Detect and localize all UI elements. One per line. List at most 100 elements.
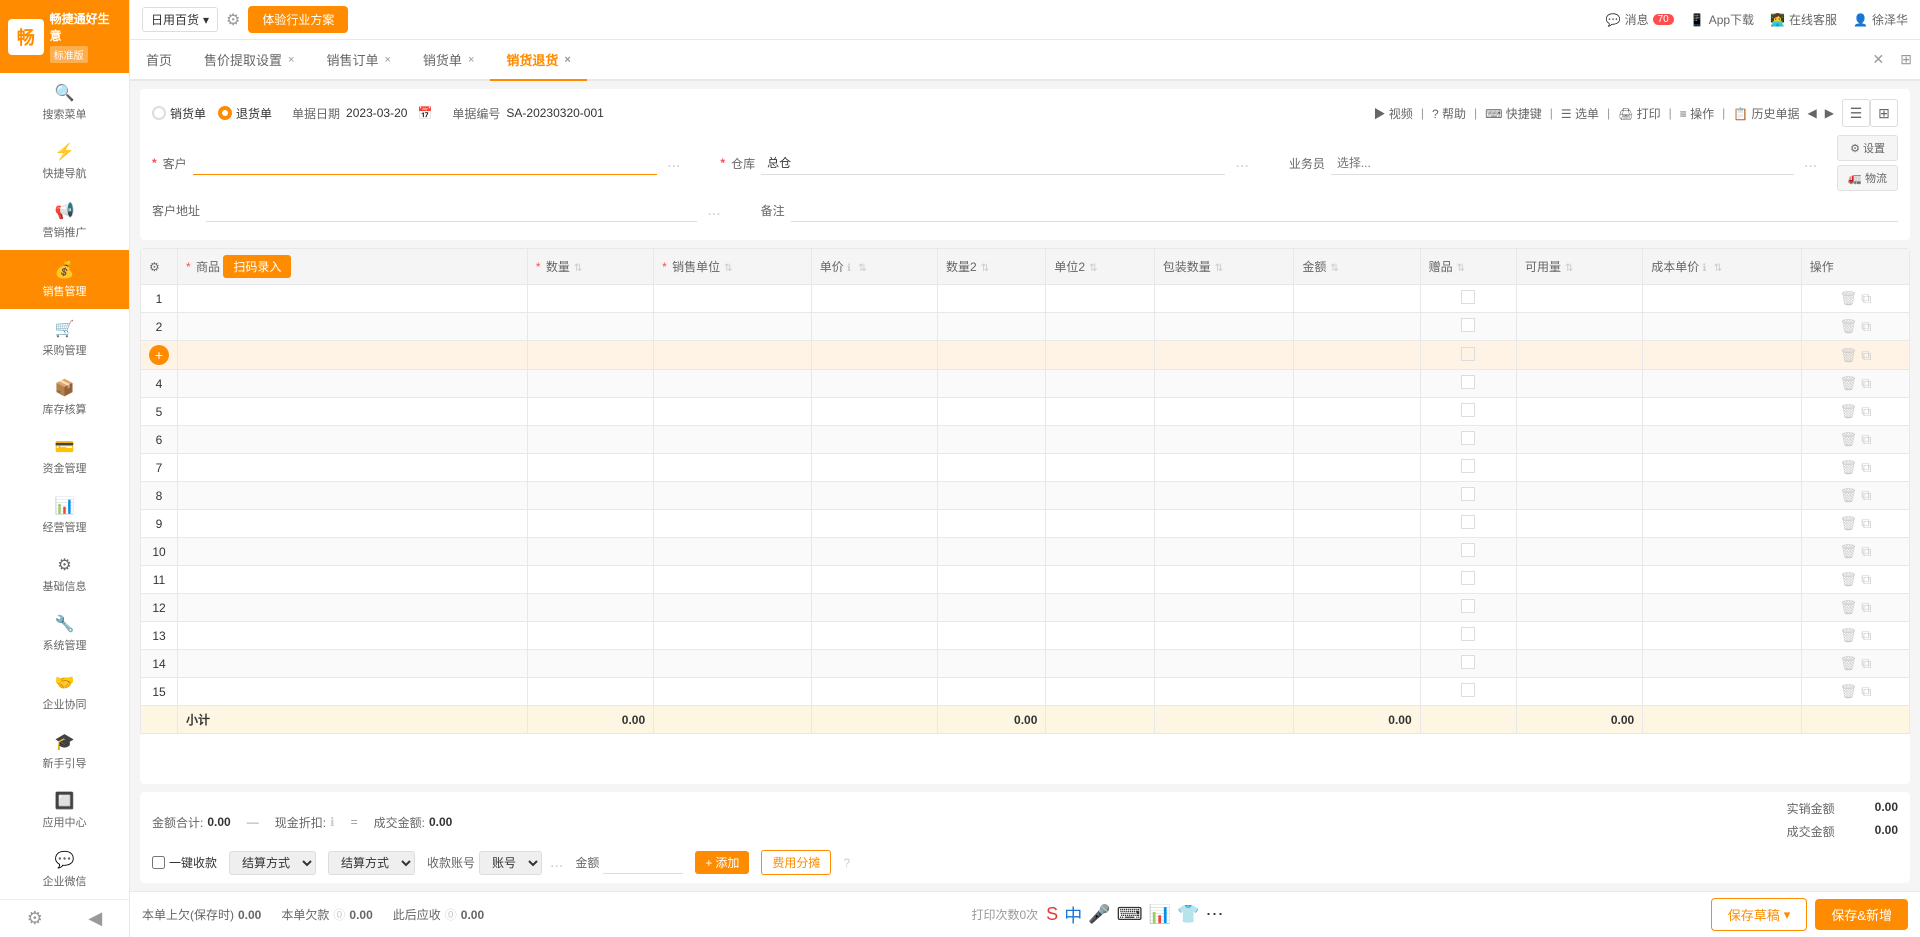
row-1-delete-icon[interactable]: 🗑 <box>1839 290 1857 307</box>
warehouse-dots-btn[interactable]: ... <box>1235 154 1248 172</box>
sidebar-item-inventory[interactable]: 📦 库存核算 <box>0 368 129 427</box>
row-copy-icon[interactable]: ⧉ <box>1861 375 1871 392</box>
row-1-gift-checkbox[interactable] <box>1461 290 1475 304</box>
tab-sales-order[interactable]: 销售订单 × <box>310 40 406 81</box>
gift-sort-icon[interactable]: ⇅ <box>1457 263 1465 274</box>
row-delete-icon[interactable]: 🗑 <box>1839 459 1857 476</box>
tab-sales-return[interactable]: 销货退货 × <box>490 40 586 81</box>
add-btn[interactable]: + 添加 <box>695 851 749 874</box>
row-copy-icon[interactable]: ⧉ <box>1861 431 1871 448</box>
price-sort-icon[interactable]: ⇅ <box>858 263 866 274</box>
row-2-delete-icon[interactable]: 🗑 <box>1839 318 1857 335</box>
row-3-gift-checkbox[interactable] <box>1461 347 1475 361</box>
row-3-qty[interactable] <box>527 341 653 370</box>
tab-price-extract[interactable]: 售价提取设置 × <box>188 40 310 81</box>
row-delete-icon[interactable]: 🗑 <box>1839 375 1857 392</box>
scan-btn[interactable]: 扫码录入 <box>223 255 291 278</box>
shortcut-key-btn[interactable]: ⌨ 快捷键 <box>1485 105 1542 122</box>
settlement-method-select[interactable]: 结算方式 <box>229 851 316 875</box>
row-2-gift-checkbox[interactable] <box>1461 318 1475 332</box>
radio-sale[interactable]: 销货单 <box>152 105 206 122</box>
row-1-qty2[interactable] <box>938 285 1046 313</box>
row-copy-icon[interactable]: ⧉ <box>1861 571 1871 588</box>
tab-sales-bill[interactable]: 销货单 × <box>407 40 490 81</box>
sidebar-item-system[interactable]: 🔧 系统管理 <box>0 604 129 663</box>
sidebar-item-shortcut[interactable]: ⚡ 快捷导航 <box>0 132 129 191</box>
row-copy-icon[interactable]: ⧉ <box>1861 683 1871 700</box>
logistics-side-btn[interactable]: 🚛 物流 <box>1837 165 1898 191</box>
row-delete-icon[interactable]: 🗑 <box>1839 403 1857 420</box>
account-select[interactable]: 账号 <box>479 851 542 875</box>
amount-input[interactable] <box>603 851 683 874</box>
customer-dots-btn[interactable]: ... <box>667 154 680 172</box>
row-1-price[interactable] <box>811 285 937 313</box>
row-1-copy-icon[interactable]: ⧉ <box>1861 290 1871 307</box>
qty-sort-icon[interactable]: ⇅ <box>574 263 582 274</box>
tab-sales-bill-close[interactable]: × <box>468 54 474 66</box>
grid-view-btn[interactable]: ⊞ <box>1870 99 1898 127</box>
footer-icon-shirt[interactable]: 👕 <box>1177 904 1199 925</box>
save-new-btn[interactable]: 保存&新增 <box>1815 899 1908 930</box>
row-delete-icon[interactable]: 🗑 <box>1839 543 1857 560</box>
row-delete-icon[interactable]: 🗑 <box>1839 683 1857 700</box>
row-1-pack-qty[interactable] <box>1154 285 1294 313</box>
row-2-qty[interactable] <box>527 313 653 341</box>
topbar-settings-icon[interactable]: ⚙ <box>226 10 240 30</box>
footer-icon-chart[interactable]: 📊 <box>1149 904 1171 925</box>
print-btn[interactable]: 🖨 打印 <box>1618 105 1661 122</box>
row-3-price[interactable] <box>811 341 937 370</box>
operations-btn[interactable]: ≡ 操作 <box>1680 105 1714 122</box>
pack-qty-sort-icon[interactable]: ⇅ <box>1215 263 1223 274</box>
footer-icon-more[interactable]: ⋯ <box>1205 904 1223 925</box>
module-select[interactable]: 日用百货 ▾ <box>142 7 218 32</box>
sidebar-item-finance[interactable]: 💳 资金管理 <box>0 427 129 486</box>
cash-discount-hint[interactable]: ℹ <box>330 815 335 829</box>
row-copy-icon[interactable]: ⧉ <box>1861 403 1871 420</box>
expand-btn[interactable]: ⊞ <box>1892 43 1920 76</box>
row-3-unit[interactable] <box>654 341 812 370</box>
select-btn[interactable]: ☰ 选单 <box>1561 105 1599 122</box>
video-btn[interactable]: ▶ 视频 <box>1373 105 1412 122</box>
tab-price-extract-close[interactable]: × <box>288 54 294 66</box>
row-delete-icon[interactable]: 🗑 <box>1839 655 1857 672</box>
add-row-btn[interactable]: + <box>149 345 169 365</box>
row-3-gift[interactable] <box>1420 341 1516 370</box>
fee-split-btn[interactable]: 费用分摊 <box>761 850 831 875</box>
sidebar-item-search[interactable]: 🔍 搜索菜单 <box>0 73 129 132</box>
row-3-copy-icon[interactable]: ⧉ <box>1861 347 1871 364</box>
close-all-tabs-btn[interactable]: ✕ <box>1865 43 1893 76</box>
row-delete-icon[interactable]: 🗑 <box>1839 515 1857 532</box>
settlement-calc-select[interactable]: 结算方式 <box>328 851 415 875</box>
row-copy-icon[interactable]: ⧉ <box>1861 627 1871 644</box>
sidebar-item-purchase[interactable]: 🛒 采购管理 <box>0 309 129 368</box>
list-view-btn[interactable]: ☰ <box>1842 99 1870 127</box>
row-1-available[interactable] <box>1516 285 1642 313</box>
address-input[interactable] <box>206 199 697 222</box>
account-dots-btn[interactable]: ... <box>550 854 563 872</box>
row-copy-icon[interactable]: ⧉ <box>1861 459 1871 476</box>
settings-bottom-btn[interactable]: ⚙ <box>27 908 43 929</box>
row-2-qty2[interactable] <box>938 313 1046 341</box>
row-3-unit2[interactable] <box>1046 341 1154 370</box>
date-picker-icon[interactable]: 📅 <box>417 106 432 120</box>
sidebar-item-operations[interactable]: 📊 经营管理 <box>0 486 129 545</box>
tab-home[interactable]: 首页 <box>130 40 188 81</box>
experience-btn[interactable]: 体验行业方案 <box>248 6 348 33</box>
row-3-pack-qty[interactable] <box>1154 341 1294 370</box>
row-3-amount[interactable] <box>1294 341 1420 370</box>
qty2-sort-icon[interactable]: ⇅ <box>981 263 989 274</box>
row-1-product[interactable] <box>178 285 528 313</box>
row-3-qty2[interactable] <box>938 341 1046 370</box>
row-1-qty[interactable] <box>527 285 653 313</box>
row-copy-icon[interactable]: ⧉ <box>1861 515 1871 532</box>
row-3-delete-icon[interactable]: 🗑 <box>1839 347 1857 364</box>
unit-sort-icon[interactable]: ⇅ <box>724 263 732 274</box>
footer-icon-mic[interactable]: 🎤 <box>1088 904 1110 925</box>
available-sort-icon[interactable]: ⇅ <box>1565 263 1573 274</box>
row-delete-icon[interactable]: 🗑 <box>1839 571 1857 588</box>
row-2-unit[interactable] <box>654 313 812 341</box>
row-1-unit[interactable] <box>654 285 812 313</box>
warehouse-input[interactable] <box>761 152 1225 175</box>
row-2-price[interactable] <box>811 313 937 341</box>
collapse-btn[interactable]: ◀ <box>88 908 102 929</box>
